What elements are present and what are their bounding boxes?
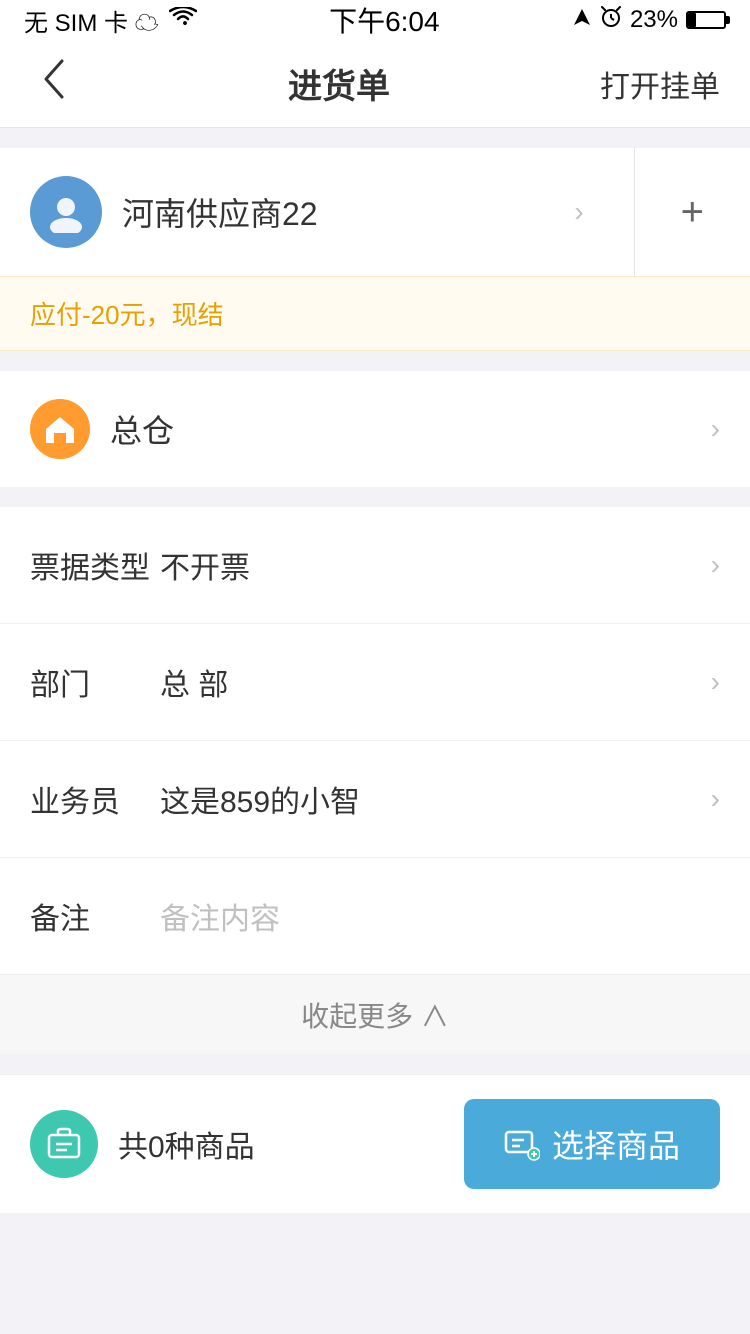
remark-input[interactable]: 备注内容 (160, 894, 720, 938)
salesman-chevron-icon: › (711, 783, 720, 815)
warehouse-icon (30, 399, 90, 459)
supplier-chevron-icon: › (574, 196, 583, 228)
invoice-type-row[interactable]: 票据类型 不开票 › (0, 507, 750, 623)
battery-icon (686, 11, 726, 29)
open-pending-button[interactable]: 打开挂单 (600, 62, 720, 106)
status-bar: 无 SIM 卡 ☁ 下午6:04 23% (0, 0, 750, 40)
bottom-bar: 共0种商品 选择商品 (0, 1074, 750, 1213)
salesman-label: 业务员 (30, 777, 150, 821)
form-section: 票据类型 不开票 › 部门 总 部 › 业务员 这是859的小智 › 备注 备注… (0, 507, 750, 1054)
warehouse-name: 总仓 (110, 406, 711, 452)
salesman-value: 这是859的小智 (160, 777, 711, 821)
select-product-button[interactable]: 选择商品 (464, 1099, 720, 1189)
supplier-avatar (30, 176, 102, 248)
status-right: 23% (572, 6, 726, 35)
collapse-button[interactable]: 收起更多 ∧ (0, 974, 750, 1054)
select-product-icon (504, 1126, 540, 1162)
department-label: 部门 (30, 660, 150, 704)
supplier-name: 河南供应商22 (122, 189, 574, 235)
select-product-label: 选择商品 (552, 1121, 680, 1167)
department-value: 总 部 (160, 660, 711, 704)
supplier-row[interactable]: 河南供应商22 › (0, 148, 635, 276)
nav-bar: 进货单 打开挂单 (0, 40, 750, 128)
department-chevron-icon: › (711, 666, 720, 698)
status-left: 无 SIM 卡 ☁ (24, 3, 197, 38)
invoice-type-label: 票据类型 (30, 543, 150, 587)
section-gap-1 (0, 128, 750, 148)
back-button[interactable] (30, 47, 78, 120)
salesman-row[interactable]: 业务员 这是859的小智 › (0, 740, 750, 857)
status-time: 下午6:04 (329, 0, 440, 40)
warehouse-row[interactable]: 总仓 › (0, 371, 750, 487)
remark-label: 备注 (30, 894, 150, 938)
add-supplier-button[interactable]: + (635, 148, 750, 276)
battery-percent: 23% (630, 6, 678, 34)
notice-text: 应付-20元，现结 (30, 300, 224, 330)
plus-icon: + (671, 192, 714, 232)
wifi-icon (169, 6, 197, 34)
notice-bar: 应付-20元，现结 (0, 276, 750, 351)
section-gap-4 (0, 1054, 750, 1074)
collapse-label: 收起更多 ∧ (301, 995, 449, 1035)
page-title: 进货单 (288, 59, 390, 108)
alarm-icon (600, 6, 622, 35)
location-arrow-icon (572, 6, 592, 34)
department-row[interactable]: 部门 总 部 › (0, 623, 750, 740)
product-count-text: 共0种商品 (118, 1122, 255, 1166)
invoice-type-value: 不开票 (160, 543, 711, 587)
sim-label: 无 SIM 卡 ☁ (24, 3, 159, 38)
section-gap-3 (0, 487, 750, 507)
warehouse-section: 总仓 › (0, 371, 750, 487)
supplier-section: 河南供应商22 › + 应付-20元，现结 (0, 148, 750, 351)
warehouse-chevron-icon: › (711, 413, 720, 445)
product-count-icon (30, 1110, 98, 1178)
product-info: 共0种商品 (30, 1110, 255, 1178)
invoice-chevron-icon: › (711, 549, 720, 581)
section-gap-2 (0, 351, 750, 371)
main-content: 河南供应商22 › + 应付-20元，现结 总仓 › (0, 128, 750, 1334)
remark-row[interactable]: 备注 备注内容 (0, 857, 750, 974)
